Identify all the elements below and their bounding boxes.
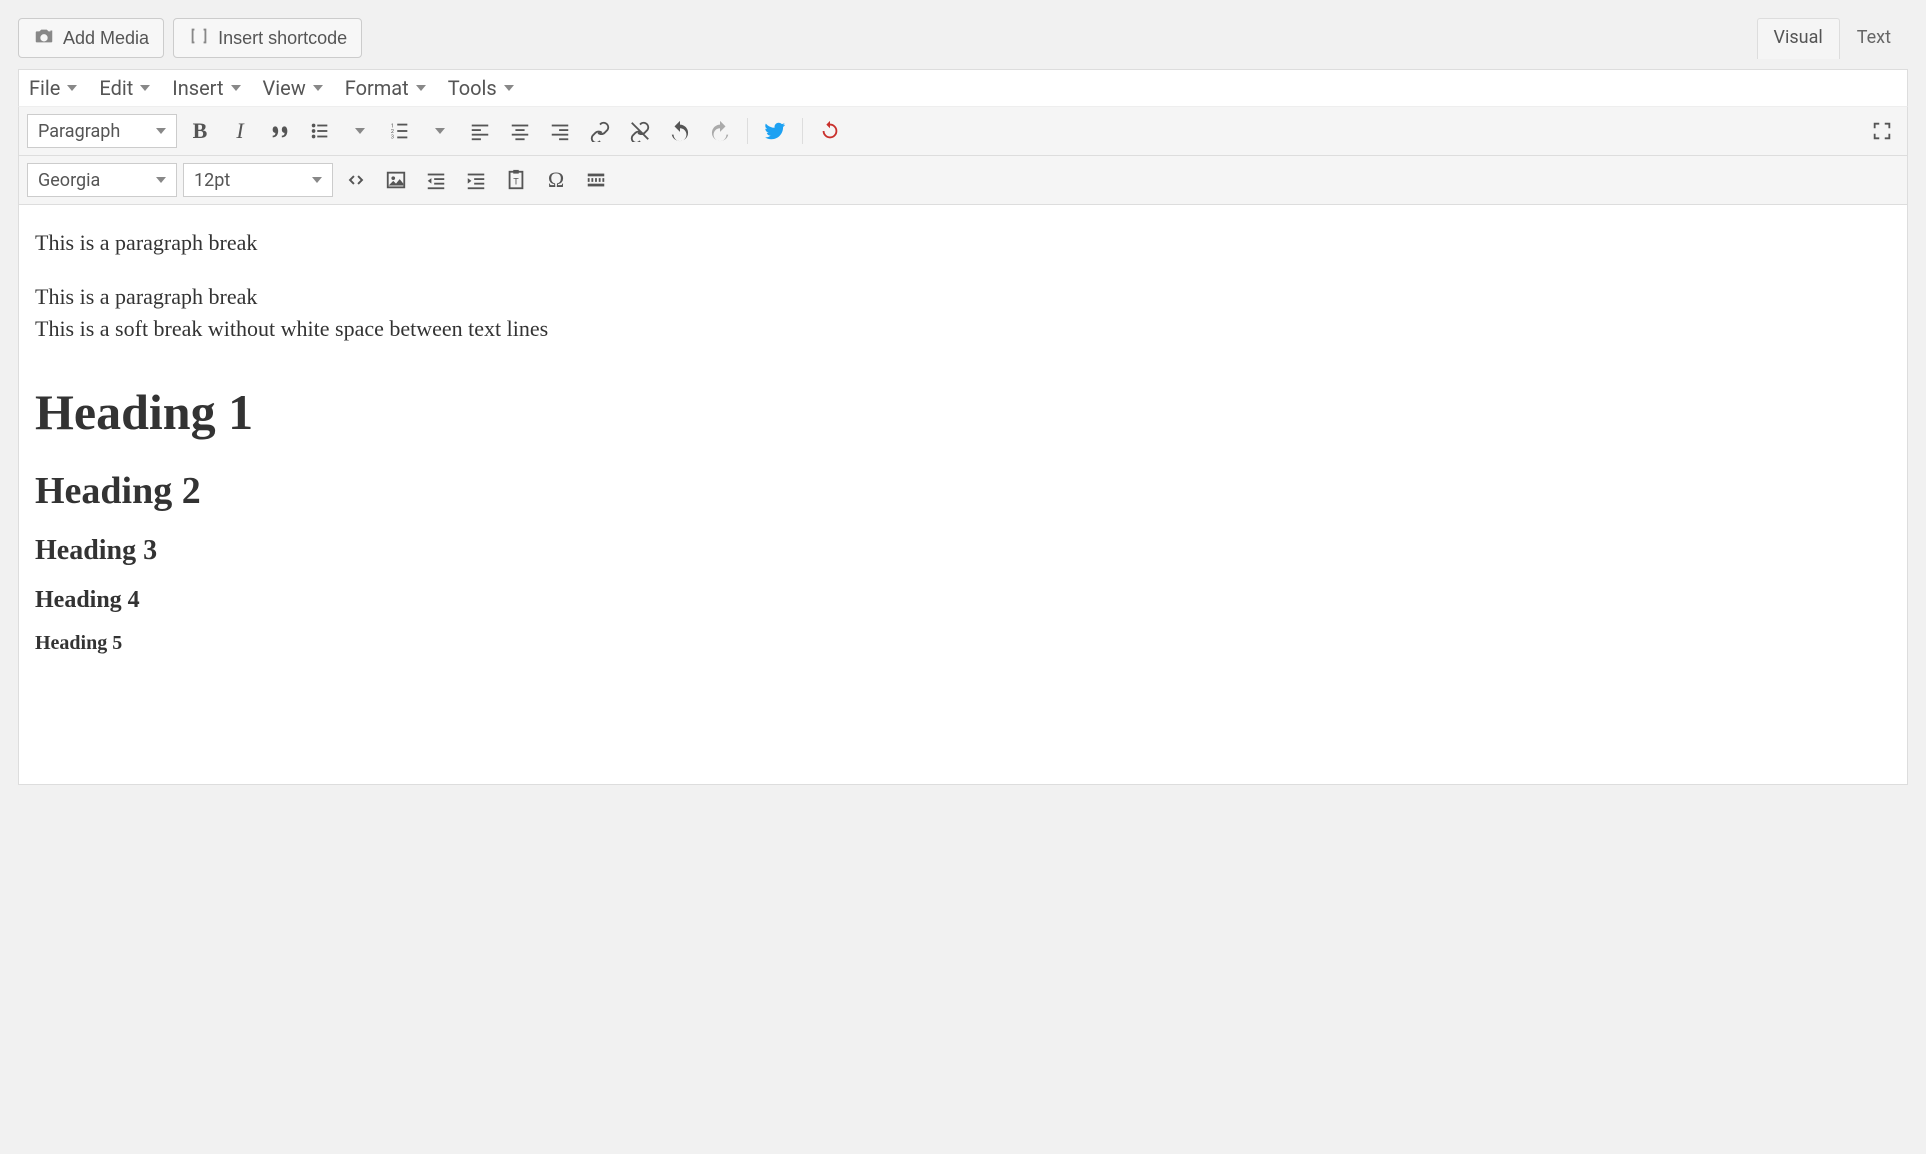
refresh-button[interactable] [813,114,847,148]
heading-5: Heading 5 [35,632,1891,655]
fullscreen-button[interactable] [1865,114,1899,148]
chevron-down-icon [231,85,241,91]
chevron-down-icon [156,128,166,134]
paste-text-button[interactable]: T [499,163,533,197]
omega-icon: Ω [548,167,564,193]
editor-content[interactable]: This is a paragraph break This is a para… [18,205,1908,785]
paragraph: This is a paragraph break This is a soft… [35,281,1891,345]
chevron-down-icon [416,85,426,91]
font-select[interactable]: Georgia [27,163,177,197]
tab-visual[interactable]: Visual [1757,18,1840,59]
add-media-label: Add Media [63,28,149,49]
chevron-down-icon [140,85,150,91]
align-right-button[interactable] [543,114,577,148]
fullscreen-icon [1871,120,1893,142]
menu-format[interactable]: Format [345,76,426,100]
chevron-down-icon [312,177,322,183]
editor-wrap: Add Media Insert shortcode Visual Text F… [18,18,1908,785]
editor-tabs: Visual Text [1757,18,1908,59]
heading-2: Heading 2 [35,469,1891,513]
align-right-icon [549,120,571,142]
shortcode-icon [188,25,210,52]
camera-icon [33,25,55,52]
read-more-icon [585,169,607,191]
code-icon [345,169,367,191]
menu-file[interactable]: File [29,76,77,100]
quote-icon [269,120,291,142]
blockquote-button[interactable] [263,114,297,148]
align-left-icon [469,120,491,142]
bullet-list-dropdown[interactable] [343,114,377,148]
top-buttons-row: Add Media Insert shortcode Visual Text [18,18,1908,59]
chevron-down-icon [156,177,166,183]
read-more-button[interactable] [579,163,613,197]
svg-text:T: T [513,178,519,188]
redo-button[interactable] [703,114,737,148]
twitter-icon [764,120,786,142]
unlink-button[interactable] [623,114,657,148]
unlink-icon [629,120,651,142]
menu-tools[interactable]: Tools [448,76,514,100]
heading-1: Heading 1 [35,383,1891,441]
menu-view[interactable]: View [263,76,323,100]
bullet-list-button[interactable] [303,114,337,148]
chevron-down-icon [355,128,365,134]
image-icon [385,169,407,191]
menu-edit[interactable]: Edit [99,76,150,100]
tab-text[interactable]: Text [1840,18,1908,59]
align-left-button[interactable] [463,114,497,148]
chevron-down-icon [504,85,514,91]
add-media-button[interactable]: Add Media [18,18,164,58]
bold-button[interactable]: B [183,114,217,148]
align-center-icon [509,120,531,142]
insert-shortcode-label: Insert shortcode [218,28,347,49]
indent-icon [465,169,487,191]
numbered-list-icon: 123 [389,120,411,142]
chevron-down-icon [67,85,77,91]
link-button[interactable] [583,114,617,148]
numbered-list-button[interactable]: 123 [383,114,417,148]
chevron-down-icon [313,85,323,91]
paragraph: This is a paragraph break [35,227,1891,259]
paste-text-icon: T [505,169,527,191]
fontsize-select[interactable]: 12pt [183,163,333,197]
numbered-list-dropdown[interactable] [423,114,457,148]
bullet-list-icon [309,120,331,142]
source-code-button[interactable] [339,163,373,197]
menubar: File Edit Insert View Format Tools [18,69,1908,106]
insert-shortcode-button[interactable]: Insert shortcode [173,18,362,58]
svg-text:3: 3 [391,134,394,140]
outdent-button[interactable] [419,163,453,197]
align-center-button[interactable] [503,114,537,148]
redo-icon [709,120,731,142]
outdent-icon [425,169,447,191]
heading-3: Heading 3 [35,535,1891,567]
format-select[interactable]: Paragraph [27,114,177,148]
toolbar-row-2: Georgia 12pt T Ω [18,156,1908,205]
toolbar-row-1: Paragraph B I 123 [18,106,1908,156]
undo-button[interactable] [663,114,697,148]
heading-4: Heading 4 [35,587,1891,614]
twitter-button[interactable] [758,114,792,148]
special-char-button[interactable]: Ω [539,163,573,197]
chevron-down-icon [435,128,445,134]
toolbar-separator [802,118,803,144]
indent-button[interactable] [459,163,493,197]
image-button[interactable] [379,163,413,197]
undo-icon [669,120,691,142]
italic-button[interactable]: I [223,114,257,148]
link-icon [589,120,611,142]
toolbar-separator [747,118,748,144]
refresh-icon [819,120,841,142]
menu-insert[interactable]: Insert [172,76,240,100]
